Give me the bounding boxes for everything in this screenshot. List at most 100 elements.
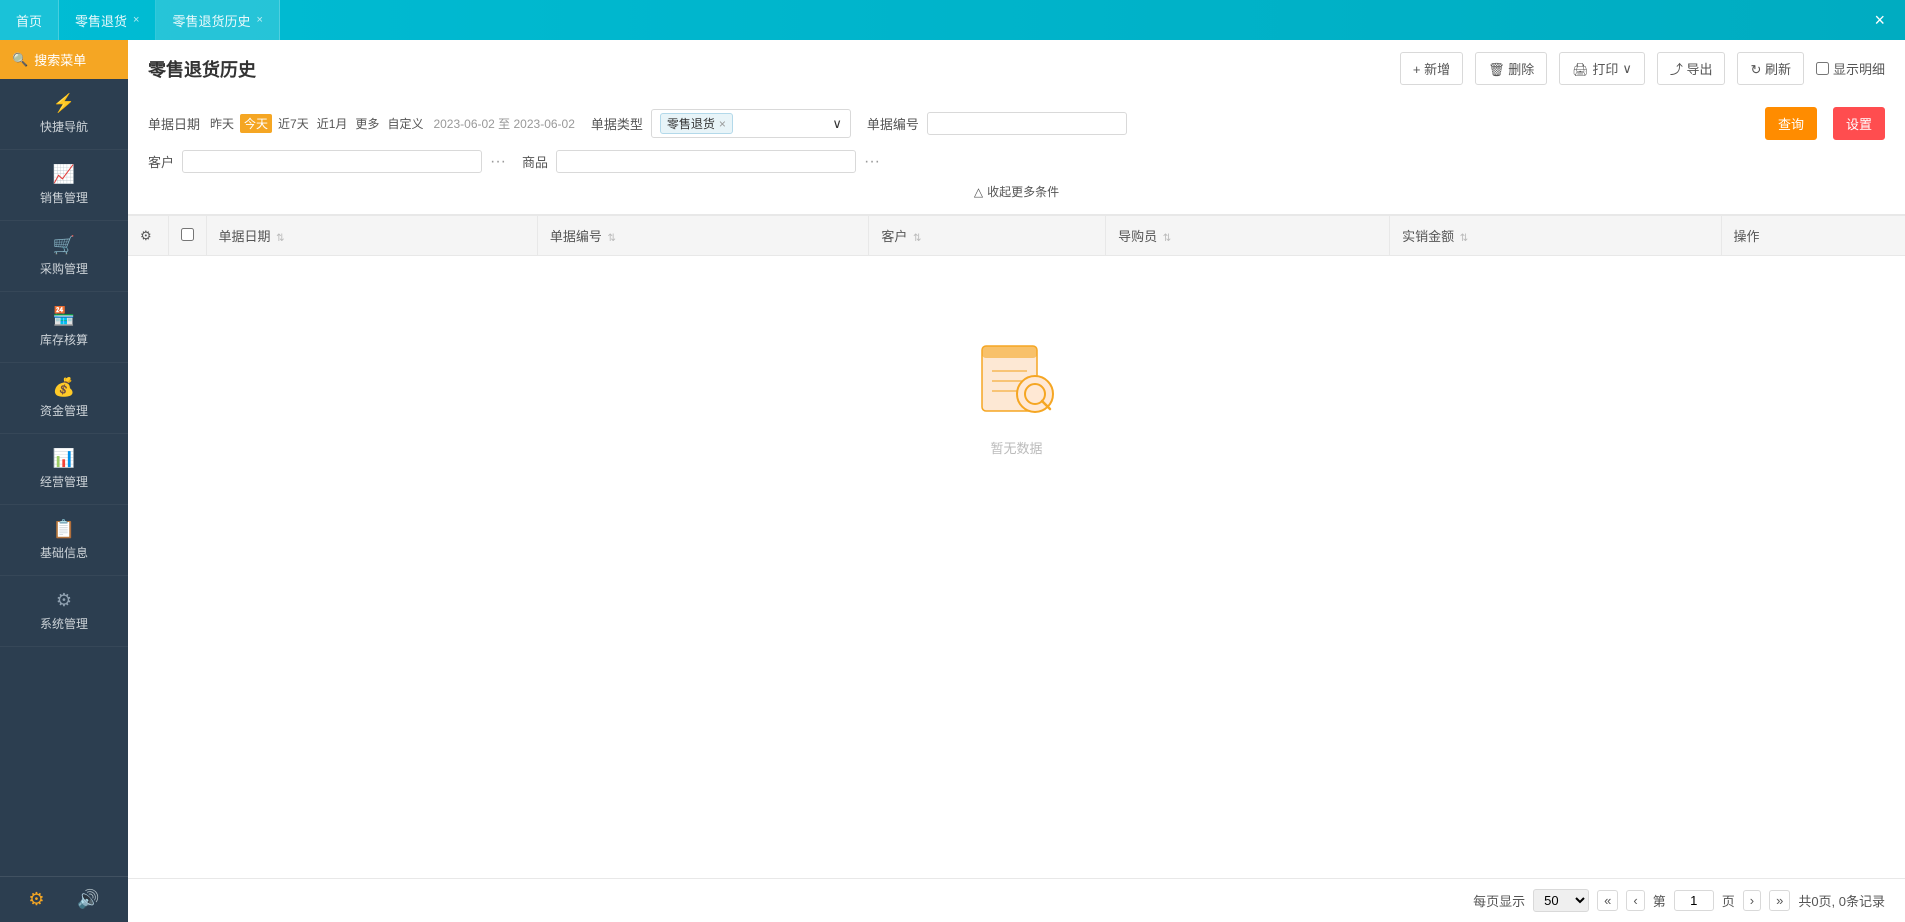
- doc-type-tag: 零售退货 ×: [660, 113, 733, 134]
- sidebar-item-basic-info-label: 基础信息: [40, 544, 88, 561]
- toolbar: + 新增 🗑 删除 🖨 打印 ∨ ⤴ 导出 ↻ 刷新 显示明细: [1400, 52, 1885, 85]
- new-button[interactable]: + 新增: [1400, 52, 1463, 85]
- page-input[interactable]: [1674, 890, 1714, 911]
- sidebar: 🔍 搜索菜单 ⚡ 快捷导航 📈 销售管理 🛒 采购管理 🏪 库存核算 💰 资金管…: [0, 40, 128, 922]
- prev-page-btn[interactable]: ‹: [1626, 890, 1644, 911]
- date-1month[interactable]: 近1月: [315, 114, 350, 133]
- doc-type-label: 单据类型: [591, 114, 643, 133]
- empty-illustration: [967, 336, 1067, 426]
- show-detail-checkbox-input[interactable]: [1816, 62, 1829, 75]
- sidebar-item-quick-nav[interactable]: ⚡ 快捷导航: [0, 79, 128, 150]
- doc-type-tag-remove[interactable]: ×: [719, 117, 726, 131]
- date-today[interactable]: 今天: [240, 114, 272, 133]
- inventory-icon: 🏪: [53, 306, 75, 327]
- delete-button[interactable]: 🗑 删除: [1475, 52, 1547, 85]
- page-title: 零售退货历史: [148, 56, 256, 82]
- pagination-bar: 每页显示 20 50 100 « ‹ 第 页 › » 共0页, 0条记录: [128, 878, 1905, 922]
- settings-bottom-icon[interactable]: ⚙: [28, 889, 44, 910]
- print-arrow: ∨: [1622, 61, 1632, 77]
- sidebar-search[interactable]: 🔍 搜索菜单: [0, 40, 128, 79]
- query-button[interactable]: 查询: [1765, 107, 1817, 140]
- th-customer-label: 客户: [881, 229, 907, 244]
- page-label: 第: [1653, 891, 1666, 910]
- doc-type-dropdown-icon: ∨: [832, 116, 842, 132]
- tab-retail-return-history[interactable]: 零售退货历史 ×: [156, 0, 279, 40]
- th-date-label: 单据日期: [219, 229, 271, 244]
- sidebar-item-basic-info[interactable]: 📋 基础信息: [0, 505, 128, 576]
- collapse-label: 收起更多条件: [987, 183, 1059, 200]
- customer-dots[interactable]: ···: [490, 153, 506, 171]
- tab-retail-return-history-close[interactable]: ×: [256, 14, 262, 26]
- table-container: ⚙ 单据日期 ⇅ 单据编号 ⇅: [128, 215, 1905, 878]
- empty-text: 暂无数据: [990, 438, 1042, 457]
- select-all-checkbox[interactable]: [181, 228, 194, 241]
- goods-dots[interactable]: ···: [864, 153, 880, 171]
- purchase-icon: 🛒: [53, 235, 75, 256]
- collapse-icon: △: [974, 185, 983, 199]
- doc-type-filter-group: 单据类型 零售退货 × ∨: [591, 109, 851, 138]
- sidebar-item-inventory-label: 库存核算: [40, 331, 88, 348]
- show-detail-toggle[interactable]: 显示明细: [1816, 59, 1885, 78]
- doc-no-input[interactable]: [927, 112, 1127, 135]
- sidebar-search-label: 搜索菜单: [34, 50, 86, 69]
- content-area: 零售退货历史 + 新增 🗑 删除 🖨 打印 ∨ ⤴ 导出 ↻ 刷新 显示明细: [128, 40, 1905, 922]
- show-detail-label: 显示明细: [1833, 59, 1885, 78]
- th-date-sort-icon: ⇅: [276, 233, 284, 244]
- print-button[interactable]: 🖨 打印 ∨: [1559, 52, 1645, 85]
- th-action: 操作: [1721, 216, 1905, 256]
- sidebar-item-sales-mgmt[interactable]: 📈 销售管理: [0, 150, 128, 221]
- empty-state: 暂无数据: [128, 256, 1905, 537]
- date-more[interactable]: 更多: [353, 114, 381, 133]
- date-yesterday[interactable]: 昨天: [208, 114, 236, 133]
- settings-button[interactable]: 设置: [1833, 107, 1885, 140]
- settings-col-icon[interactable]: ⚙: [140, 228, 152, 243]
- system-icon: ⚙: [56, 590, 72, 611]
- next-page-btn[interactable]: ›: [1743, 890, 1761, 911]
- tab-retail-return[interactable]: 零售退货 ×: [59, 0, 156, 40]
- goods-label: 商品: [522, 152, 548, 171]
- audio-bottom-icon[interactable]: 🔊: [77, 889, 99, 910]
- last-page-btn[interactable]: »: [1769, 890, 1790, 911]
- th-guide-label: 导购员: [1118, 229, 1157, 244]
- page-size-select[interactable]: 20 50 100: [1533, 889, 1589, 912]
- doc-type-select[interactable]: 零售退货 × ∨: [651, 109, 851, 138]
- page-unit: 页: [1722, 891, 1735, 910]
- th-doc-no-label: 单据编号: [550, 229, 602, 244]
- th-amount[interactable]: 实销金额 ⇅: [1390, 216, 1721, 256]
- th-settings[interactable]: ⚙: [128, 216, 168, 256]
- date-7days[interactable]: 近7天: [276, 114, 311, 133]
- th-doc-no[interactable]: 单据编号 ⇅: [537, 216, 868, 256]
- sidebar-item-system-mgmt[interactable]: ⚙ 系统管理: [0, 576, 128, 647]
- first-page-btn[interactable]: «: [1597, 890, 1618, 911]
- sidebar-item-operations[interactable]: 📊 经营管理: [0, 434, 128, 505]
- date-custom[interactable]: 自定义: [385, 114, 425, 133]
- sales-icon: 📈: [53, 164, 75, 185]
- sidebar-item-finance[interactable]: 💰 资金管理: [0, 363, 128, 434]
- tab-retail-return-close[interactable]: ×: [133, 14, 139, 26]
- goods-input[interactable]: [556, 150, 856, 173]
- basic-info-icon: 📋: [53, 519, 75, 540]
- sidebar-item-purchase-mgmt[interactable]: 🛒 采购管理: [0, 221, 128, 292]
- goods-filter-group: 商品 ···: [522, 150, 880, 173]
- th-checkbox[interactable]: [168, 216, 206, 256]
- th-date[interactable]: 单据日期 ⇅: [206, 216, 537, 256]
- th-guide[interactable]: 导购员 ⇅: [1106, 216, 1390, 256]
- collapse-more-btn[interactable]: △ 收起更多条件: [974, 183, 1059, 200]
- sidebar-item-finance-label: 资金管理: [40, 402, 88, 419]
- close-window-button[interactable]: ×: [1866, 6, 1893, 35]
- export-button[interactable]: ⤴ 导出: [1657, 52, 1726, 85]
- main-layout: 🔍 搜索菜单 ⚡ 快捷导航 📈 销售管理 🛒 采购管理 🏪 库存核算 💰 资金管…: [0, 40, 1905, 922]
- customer-input[interactable]: [182, 150, 482, 173]
- filter-row-1: 单据日期 昨天 今天 近7天 近1月 更多 自定义 2023-06-02 至 2…: [148, 107, 1885, 140]
- sidebar-item-system-label: 系统管理: [40, 615, 88, 632]
- search-icon: 🔍: [12, 52, 28, 68]
- tab-home[interactable]: 首页: [0, 0, 59, 40]
- th-customer[interactable]: 客户 ⇅: [869, 216, 1106, 256]
- sidebar-item-inventory[interactable]: 🏪 库存核算: [0, 292, 128, 363]
- total-label: 共0页, 0条记录: [1798, 891, 1885, 910]
- customer-filter-group: 客户 ···: [148, 150, 506, 173]
- filter-area: 单据日期 昨天 今天 近7天 近1月 更多 自定义 2023-06-02 至 2…: [148, 97, 1885, 214]
- doc-no-label: 单据编号: [867, 114, 919, 133]
- page-size-label: 每页显示: [1473, 891, 1525, 910]
- refresh-button[interactable]: ↻ 刷新: [1737, 52, 1804, 85]
